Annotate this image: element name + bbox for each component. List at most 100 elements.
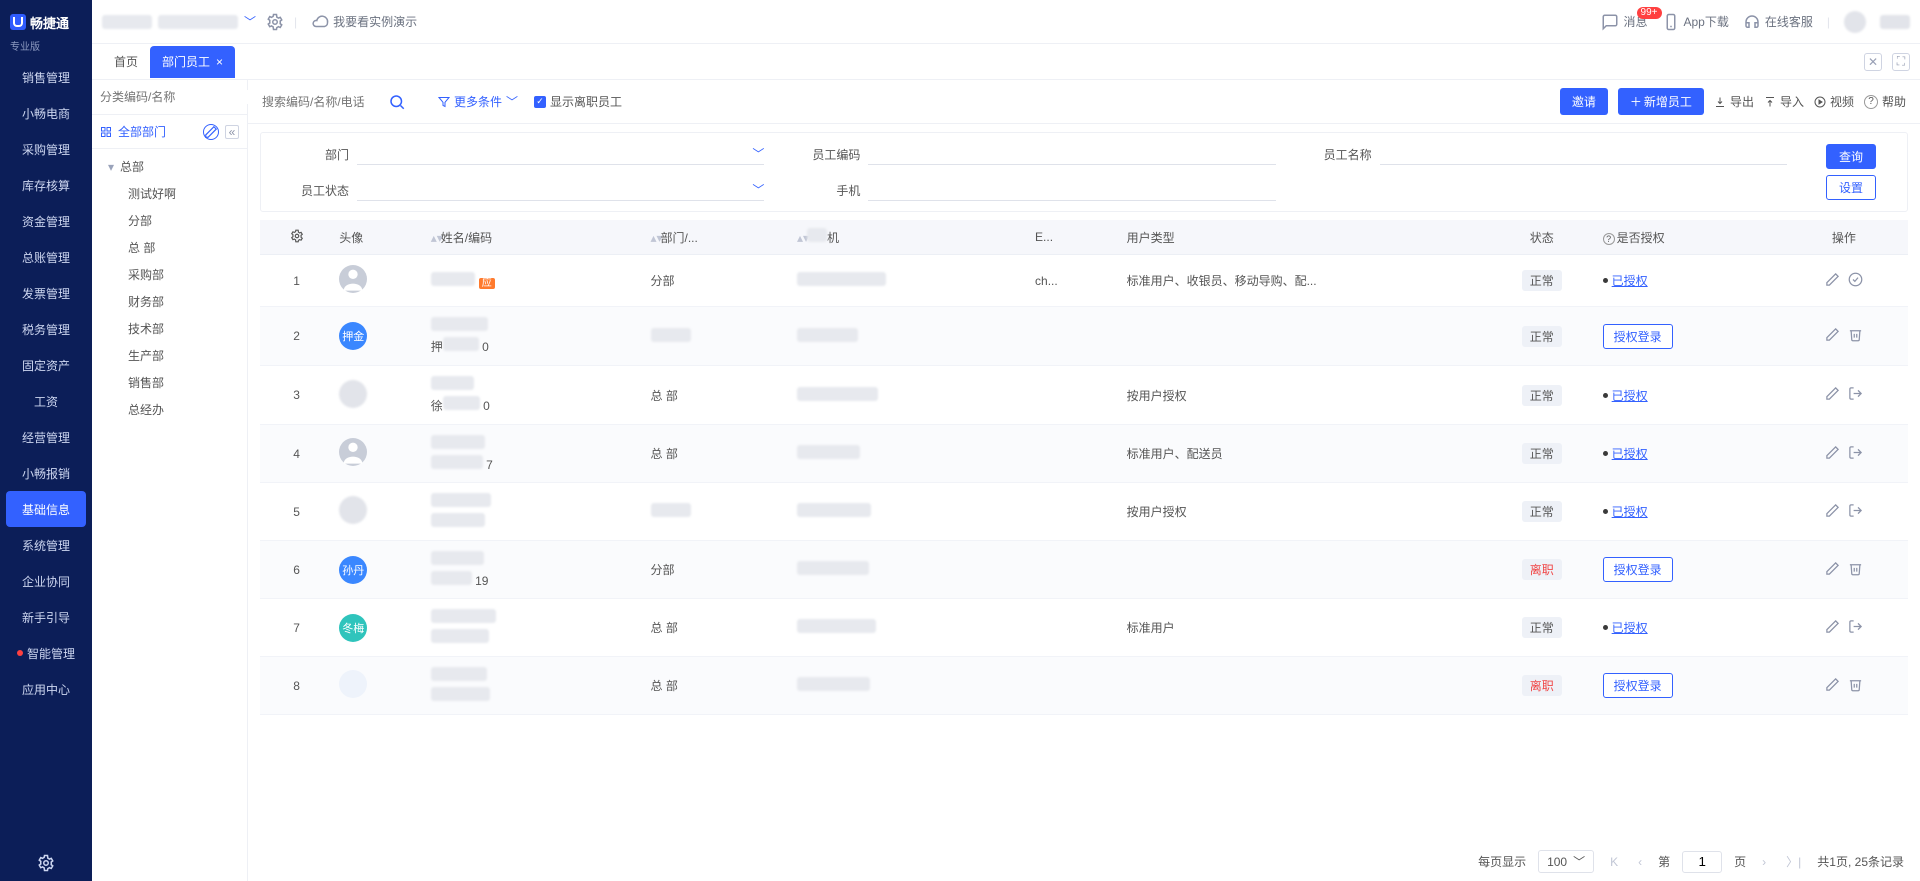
- col-op[interactable]: 操作: [1780, 220, 1908, 255]
- filter-status[interactable]: 员工状态﹀: [277, 179, 764, 201]
- auth-link[interactable]: 已授权: [1603, 272, 1648, 289]
- next-page-icon[interactable]: ›: [1758, 855, 1770, 869]
- all-dept-header[interactable]: 全部部门 «: [92, 115, 247, 149]
- dept-node[interactable]: 采购部: [92, 261, 247, 288]
- export-button[interactable]: 导出: [1714, 93, 1754, 110]
- new-emp-button[interactable]: ＋新增员工: [1618, 88, 1704, 115]
- edit-icon[interactable]: [1825, 561, 1840, 576]
- col-usertype[interactable]: 用户类型: [1121, 220, 1487, 255]
- sidebar-item[interactable]: 系统管理: [0, 527, 92, 563]
- auth-login-button[interactable]: 授权登录: [1603, 324, 1673, 349]
- more-conditions[interactable]: 更多条件 ﹀: [438, 93, 518, 110]
- page-size-select[interactable]: 100﹀: [1538, 850, 1594, 873]
- video-button[interactable]: 视频: [1814, 93, 1854, 110]
- dept-search-input[interactable]: [100, 90, 255, 104]
- sidebar-item[interactable]: 总账管理: [0, 239, 92, 275]
- edit-icon[interactable]: [1825, 445, 1840, 460]
- dept-node[interactable]: 财务部: [92, 288, 247, 315]
- online-service[interactable]: 在线客服: [1743, 13, 1813, 31]
- dept-node[interactable]: 总 部: [92, 234, 247, 261]
- col-auth[interactable]: ?是否授权: [1597, 220, 1780, 255]
- edit-icon[interactable]: [1825, 619, 1840, 634]
- logout-icon[interactable]: [1848, 445, 1863, 460]
- company-selector[interactable]: ﹀: [102, 13, 256, 30]
- page-input[interactable]: [1682, 851, 1722, 873]
- dept-node[interactable]: 技术部: [92, 315, 247, 342]
- settings-icon[interactable]: [266, 13, 284, 31]
- sidebar-item[interactable]: 销售管理: [0, 59, 92, 95]
- logout-icon[interactable]: [1848, 619, 1863, 634]
- dept-node[interactable]: 总经办: [92, 396, 247, 423]
- delete-icon[interactable]: [1848, 327, 1863, 342]
- sidebar-item[interactable]: 小畅报销: [0, 455, 92, 491]
- logout-icon[interactable]: [1848, 386, 1863, 401]
- tab-close-button[interactable]: ✕: [1864, 53, 1882, 71]
- col-gear[interactable]: [260, 220, 333, 255]
- auth-login-button[interactable]: 授权登录: [1603, 673, 1673, 698]
- sidebar-item[interactable]: 税务管理: [0, 311, 92, 347]
- dept-node[interactable]: 测试好啊: [92, 180, 247, 207]
- user-avatar[interactable]: [1844, 11, 1866, 33]
- sidebar-item[interactable]: 应用中心: [0, 671, 92, 707]
- last-page-icon[interactable]: 〉|: [1782, 853, 1805, 870]
- emp-search-input[interactable]: [262, 95, 382, 109]
- sidebar-item[interactable]: 智能管理: [0, 635, 92, 671]
- edit-dept-icon[interactable]: [203, 124, 219, 140]
- filter-mobile[interactable]: 手机: [788, 179, 1275, 201]
- sidebar-item[interactable]: 经营管理: [0, 419, 92, 455]
- logout-icon[interactable]: [1848, 503, 1863, 518]
- fullscreen-icon[interactable]: ⛶: [1892, 53, 1910, 71]
- invite-button[interactable]: 邀请: [1560, 88, 1608, 115]
- search-icon[interactable]: [388, 93, 406, 111]
- dept-node[interactable]: 分部: [92, 207, 247, 234]
- sidebar-item[interactable]: 发票管理: [0, 275, 92, 311]
- dept-node[interactable]: 销售部: [92, 369, 247, 396]
- auth-login-button[interactable]: 授权登录: [1603, 557, 1673, 582]
- sidebar-item[interactable]: 固定资产: [0, 347, 92, 383]
- edit-icon[interactable]: [1825, 386, 1840, 401]
- auth-link[interactable]: 已授权: [1603, 445, 1648, 462]
- delete-icon[interactable]: [1848, 561, 1863, 576]
- msg-button[interactable]: 消息 99+: [1601, 13, 1647, 31]
- auth-link[interactable]: 已授权: [1603, 503, 1648, 520]
- tab-dept-emp[interactable]: 部门员工 ×: [150, 46, 235, 78]
- col-dept[interactable]: ▴▾部门/...: [645, 220, 791, 255]
- tab-home[interactable]: 首页: [102, 46, 150, 78]
- col-status[interactable]: 状态: [1487, 220, 1597, 255]
- sidebar-item[interactable]: 新手引导: [0, 599, 92, 635]
- view-icon[interactable]: [1848, 272, 1863, 287]
- help-button[interactable]: 帮助: [1864, 93, 1906, 110]
- sidebar-item[interactable]: 基础信息: [6, 491, 86, 527]
- settings-button[interactable]: 设置: [1826, 175, 1876, 200]
- filter-empname[interactable]: 员工名称: [1300, 143, 1787, 165]
- dept-node-root[interactable]: ▾总部: [92, 153, 247, 180]
- edit-icon[interactable]: [1825, 503, 1840, 518]
- sidebar-item[interactable]: 企业协同: [0, 563, 92, 599]
- show-leave-checkbox[interactable]: ✓ 显示离职员工: [534, 93, 622, 110]
- close-icon[interactable]: ×: [216, 55, 223, 69]
- dept-node[interactable]: 生产部: [92, 342, 247, 369]
- auth-link[interactable]: 已授权: [1603, 619, 1648, 636]
- prev-page-icon[interactable]: ‹: [1634, 855, 1646, 869]
- sidebar-item[interactable]: 资金管理: [0, 203, 92, 239]
- auth-link[interactable]: 已授权: [1603, 387, 1648, 404]
- col-email[interactable]: E...: [1029, 220, 1121, 255]
- edit-icon[interactable]: [1825, 272, 1840, 287]
- import-button[interactable]: 导入: [1764, 93, 1804, 110]
- filter-empcode[interactable]: 员工编码: [788, 143, 1275, 165]
- table-wrap[interactable]: 头像 ▴▾姓名/编码 ▴▾部门/... ▴▾机 E... 用户类型 状态 ?是否…: [260, 220, 1908, 838]
- sidebar-item[interactable]: 库存核算: [0, 167, 92, 203]
- edit-icon[interactable]: [1825, 327, 1840, 342]
- delete-icon[interactable]: [1848, 677, 1863, 692]
- sidebar-item[interactable]: 采购管理: [0, 131, 92, 167]
- first-page-icon[interactable]: K: [1606, 855, 1622, 869]
- filter-dept[interactable]: 部门﹀: [277, 143, 764, 165]
- app-download[interactable]: App下载: [1662, 13, 1729, 31]
- col-mobile[interactable]: ▴▾机: [791, 220, 1029, 255]
- sidebar-settings[interactable]: [0, 845, 92, 881]
- col-avatar[interactable]: 头像: [333, 220, 425, 255]
- col-name[interactable]: ▴▾姓名/编码: [425, 220, 645, 255]
- query-button[interactable]: 查询: [1826, 144, 1876, 169]
- demo-link[interactable]: 我要看实例演示: [311, 13, 417, 31]
- collapse-panel-icon[interactable]: «: [225, 125, 239, 139]
